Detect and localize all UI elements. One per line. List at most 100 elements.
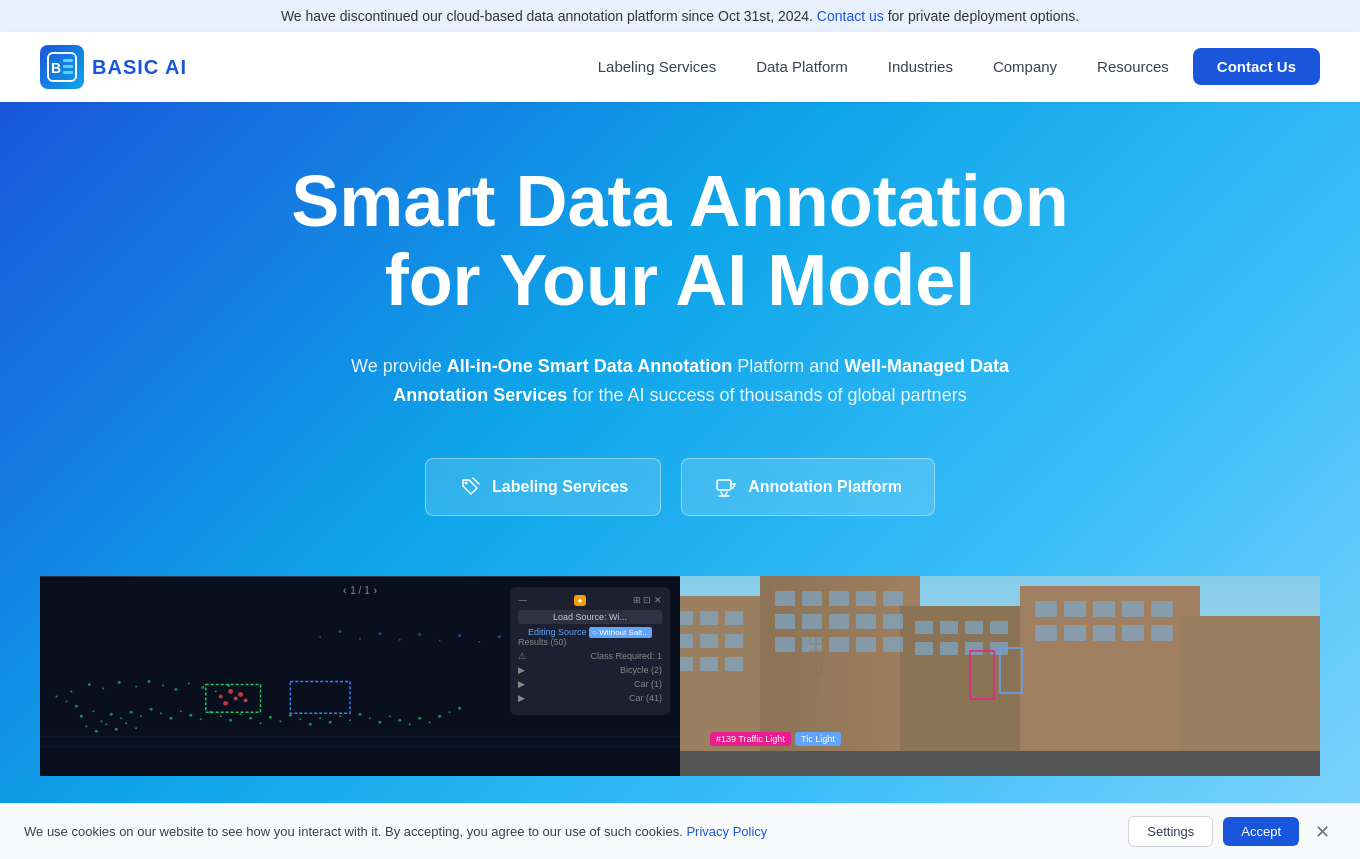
building-svg — [680, 576, 1320, 776]
annotation-tool-preview: ‹ 1 / 1 › — ● ⊞ ⊡ ✕ Load Source: Wi... E… — [40, 576, 680, 776]
svg-rect-124 — [915, 642, 933, 655]
prev-frame[interactable]: ‹ — [343, 585, 346, 596]
svg-point-70 — [234, 696, 238, 700]
navbar: B BASIC AI Labeling Services Data Platfo… — [0, 32, 1360, 102]
contact-button[interactable]: Contact Us — [1193, 48, 1320, 85]
svg-rect-111 — [802, 614, 822, 629]
svg-point-39 — [299, 718, 301, 720]
svg-point-76 — [359, 638, 361, 640]
next-frame[interactable]: › — [374, 585, 377, 596]
hero-title: Smart Data Annotation for Your AI Model — [291, 162, 1068, 320]
hero-title-line2: for Your AI Model — [385, 240, 976, 320]
svg-point-52 — [188, 682, 190, 684]
svg-point-38 — [289, 714, 292, 717]
svg-rect-97 — [700, 611, 718, 625]
svg-point-15 — [130, 711, 133, 714]
svg-point-57 — [359, 713, 362, 716]
svg-point-47 — [118, 681, 121, 684]
svg-point-71 — [238, 692, 243, 697]
toolbar-title: — — [518, 595, 527, 605]
svg-rect-112 — [829, 614, 849, 629]
svg-rect-105 — [775, 591, 795, 606]
svg-point-74 — [319, 636, 321, 638]
svg-point-25 — [220, 715, 222, 717]
svg-point-83 — [498, 635, 501, 638]
nav-link-resources[interactable]: Resources — [1081, 50, 1185, 83]
svg-rect-101 — [725, 634, 743, 648]
labeling-icon — [458, 475, 482, 499]
svg-point-17 — [150, 708, 153, 711]
labeling-services-button[interactable]: Labeling Services — [425, 458, 661, 516]
svg-point-23 — [200, 718, 202, 720]
svg-rect-136 — [1122, 625, 1144, 641]
svg-rect-118 — [856, 637, 876, 652]
svg-rect-133 — [1035, 625, 1057, 641]
annotation-icon — [714, 475, 738, 499]
logo-text: BASIC AI — [92, 56, 187, 79]
svg-rect-135 — [1093, 625, 1115, 641]
nav-link-company[interactable]: Company — [977, 50, 1073, 83]
svg-rect-122 — [965, 621, 983, 634]
editing-source-label: Editing Source ○ Without Salt... — [518, 627, 662, 637]
svg-point-64 — [429, 721, 431, 723]
svg-point-82 — [478, 641, 480, 643]
nav-item-company[interactable]: Company — [977, 58, 1073, 76]
svg-rect-110 — [775, 614, 795, 629]
nav-item-data-platform[interactable]: Data Platform — [740, 58, 864, 76]
svg-rect-120 — [915, 621, 933, 634]
svg-point-62 — [409, 723, 411, 725]
svg-point-10 — [75, 705, 78, 708]
svg-point-13 — [120, 717, 122, 719]
svg-point-81 — [458, 634, 461, 637]
svg-rect-100 — [700, 634, 718, 648]
svg-rect-109 — [883, 591, 903, 606]
svg-point-45 — [88, 683, 91, 686]
svg-point-43 — [339, 715, 341, 717]
class-required-row: ⚠ Class Required: 1 — [518, 651, 662, 661]
logo-icon: B — [40, 45, 84, 89]
svg-point-14 — [65, 700, 67, 702]
svg-rect-99 — [680, 634, 693, 648]
nav-link-labeling[interactable]: Labeling Services — [582, 50, 732, 83]
svg-point-65 — [438, 715, 441, 718]
annotation-toolbar: — ● ⊞ ⊡ ✕ Load Source: Wi... Editing Sou… — [510, 587, 670, 715]
svg-point-8 — [80, 715, 83, 718]
svg-point-77 — [378, 632, 381, 635]
svg-point-37 — [279, 720, 281, 722]
svg-point-60 — [389, 715, 391, 717]
svg-rect-6 — [717, 480, 731, 490]
nav-item-labeling[interactable]: Labeling Services — [582, 58, 732, 76]
svg-rect-123 — [990, 621, 1008, 634]
toolbar-badge: ● — [574, 595, 587, 606]
load-source-dropdown[interactable]: Load Source: Wi... — [518, 610, 662, 624]
car-row: ▶ Car (1) — [518, 679, 662, 689]
svg-point-56 — [349, 719, 351, 721]
cookie-banner: We use cookies on our website to see how… — [0, 803, 1360, 816]
svg-point-21 — [180, 710, 182, 712]
svg-rect-137 — [1151, 625, 1173, 641]
nav-item-resources[interactable]: Resources — [1081, 58, 1185, 76]
svg-point-29 — [115, 728, 118, 731]
svg-rect-114 — [883, 614, 903, 629]
svg-point-72 — [244, 698, 248, 702]
svg-point-36 — [269, 716, 272, 719]
svg-rect-96 — [680, 611, 693, 625]
nav-item-industries[interactable]: Industries — [872, 58, 969, 76]
svg-point-18 — [160, 712, 162, 714]
logo[interactable]: B BASIC AI — [40, 45, 187, 89]
annotation-platform-button[interactable]: Annotation Platform — [681, 458, 935, 516]
nav-link-industries[interactable]: Industries — [872, 50, 969, 83]
subtitle-bold1: All-in-One Smart Data Annotation — [447, 356, 732, 376]
announcement-link[interactable]: Contact us — [817, 8, 884, 24]
svg-point-59 — [378, 721, 381, 724]
svg-point-11 — [100, 720, 102, 722]
svg-rect-3 — [63, 65, 73, 68]
nav-link-data-platform[interactable]: Data Platform — [740, 50, 864, 83]
svg-point-12 — [110, 713, 113, 716]
nav-item-contact[interactable]: Contact Us — [1193, 58, 1320, 76]
svg-point-26 — [85, 725, 87, 727]
svg-point-5 — [465, 481, 468, 484]
svg-point-51 — [174, 688, 177, 691]
svg-point-73 — [223, 701, 228, 706]
svg-point-63 — [418, 717, 421, 720]
